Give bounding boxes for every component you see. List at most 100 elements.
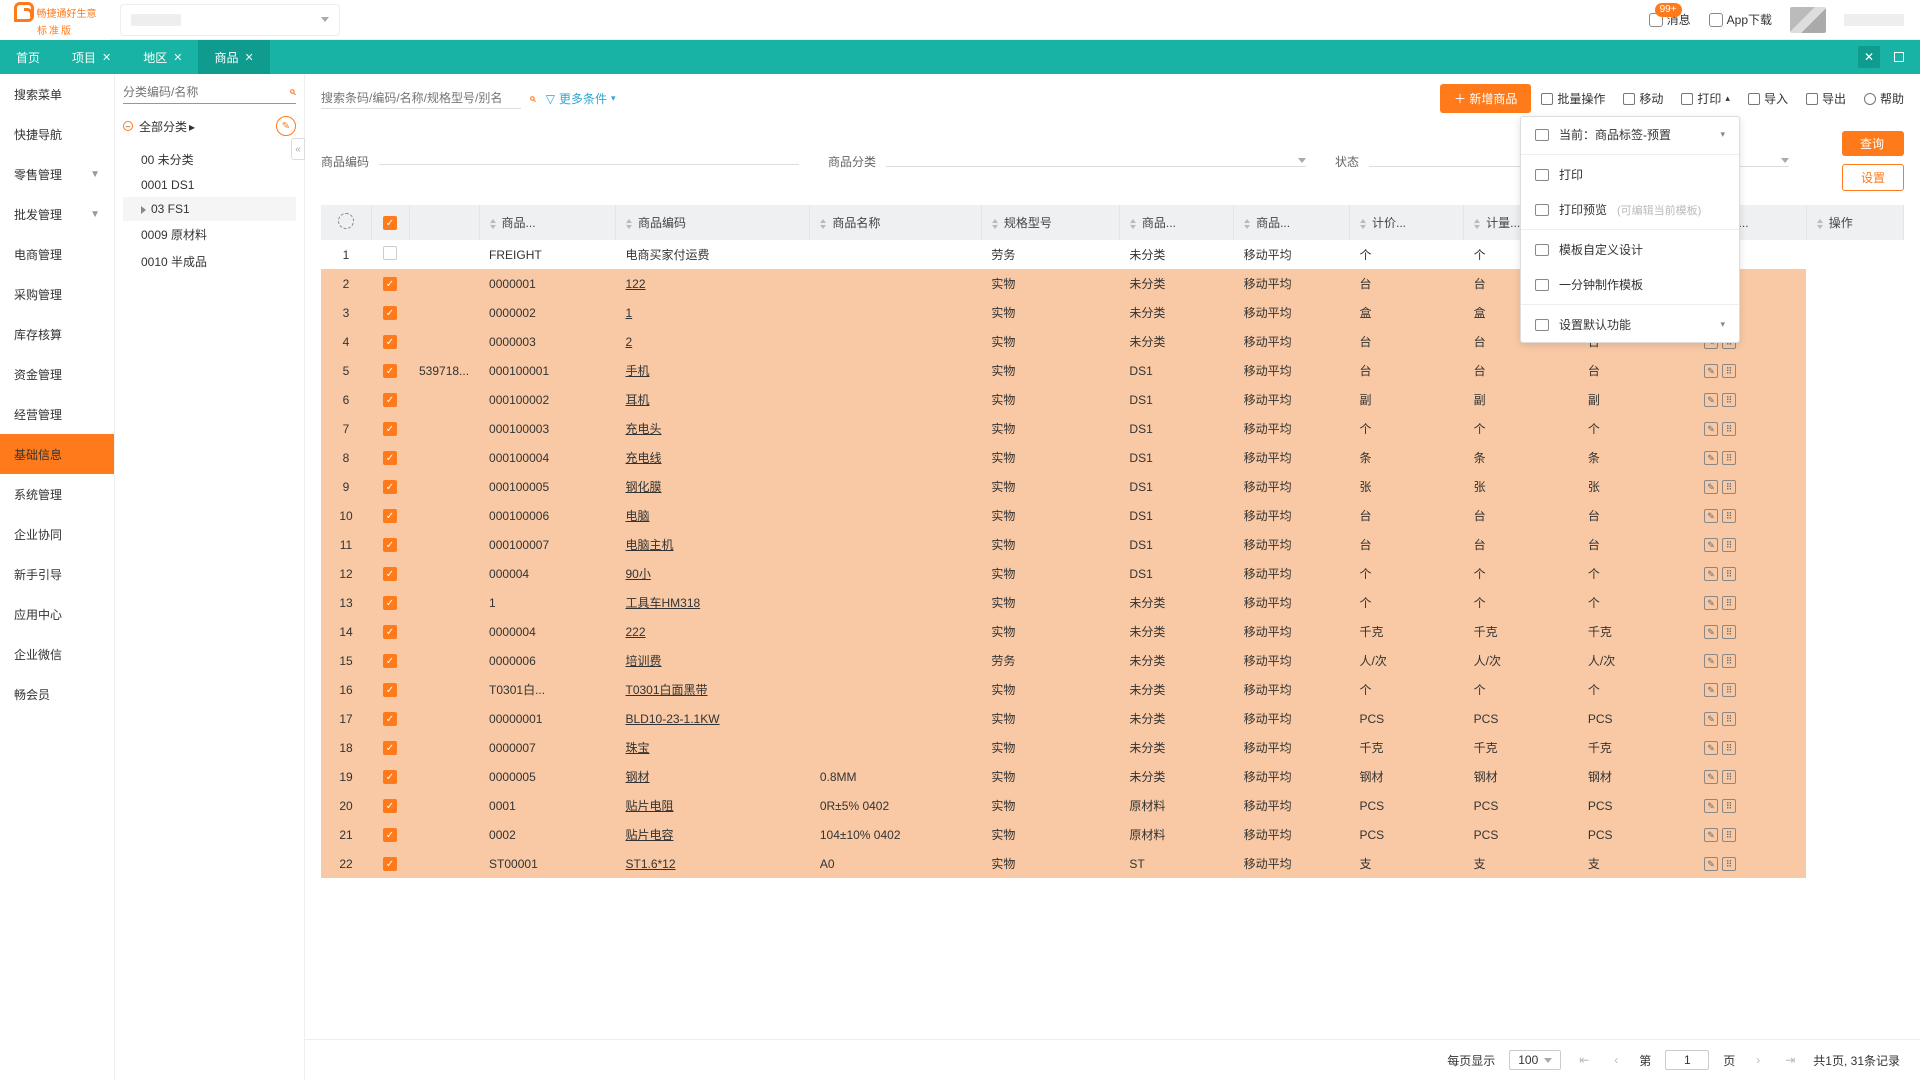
more-row-icon[interactable]: ⠿	[1722, 770, 1736, 784]
more-row-icon[interactable]: ⠿	[1722, 654, 1736, 668]
nav-电商管理[interactable]: 电商管理	[0, 234, 114, 274]
more-row-icon[interactable]: ⠿	[1722, 393, 1736, 407]
col-header[interactable]	[409, 205, 479, 240]
more-row-icon[interactable]: ⠿	[1722, 451, 1736, 465]
row-checkbox[interactable]	[383, 246, 397, 260]
edit-row-icon[interactable]: ✎	[1704, 393, 1718, 407]
product-name-link[interactable]: 充电线	[626, 451, 662, 465]
help-button[interactable]: 帮助	[1864, 90, 1904, 107]
nav-系统管理[interactable]: 系统管理	[0, 474, 114, 514]
edit-row-icon[interactable]: ✎	[1704, 799, 1718, 813]
tree-root[interactable]: – 全部分类▸ ✎	[123, 116, 296, 136]
tree-node[interactable]: 0010 半成品	[123, 248, 296, 275]
more-row-icon[interactable]: ⠿	[1722, 625, 1736, 639]
sort-icon[interactable]	[626, 219, 634, 229]
more-row-icon[interactable]: ⠿	[1722, 422, 1736, 436]
sort-icon[interactable]	[1474, 219, 1482, 229]
pager-last[interactable]: ⇥	[1781, 1051, 1799, 1069]
row-checkbox[interactable]: ✓	[383, 857, 397, 871]
add-product-button[interactable]: ＋ 新增商品	[1440, 84, 1531, 113]
product-name-link[interactable]: 2	[626, 335, 633, 349]
tab-项目[interactable]: 项目✕	[56, 40, 127, 74]
tree-node[interactable]: 00 未分类	[123, 146, 296, 173]
row-checkbox[interactable]: ✓	[383, 741, 397, 755]
nav-应用中心[interactable]: 应用中心	[0, 594, 114, 634]
print-quick-template[interactable]: 一分钟制作模板	[1521, 267, 1739, 302]
table-row[interactable]: 8✓000100004充电线实物DS1移动平均条条条✎⠿	[321, 443, 1904, 472]
more-row-icon[interactable]: ⠿	[1722, 364, 1736, 378]
row-checkbox[interactable]: ✓	[383, 393, 397, 407]
row-checkbox[interactable]: ✓	[383, 828, 397, 842]
edit-row-icon[interactable]: ✎	[1704, 422, 1718, 436]
product-name-link[interactable]: 珠宝	[626, 741, 650, 755]
edit-row-icon[interactable]: ✎	[1704, 683, 1718, 697]
col-header[interactable]: 商品...	[1119, 205, 1233, 240]
edit-row-icon[interactable]: ✎	[1704, 741, 1718, 755]
product-name-link[interactable]: 耳机	[626, 393, 650, 407]
table-row[interactable]: 21✓0002贴片电容104±10% 0402实物原材料移动平均PCSPCSPC…	[321, 820, 1904, 849]
row-checkbox[interactable]: ✓	[383, 770, 397, 784]
query-button[interactable]: 查询	[1842, 131, 1904, 156]
print-current-template[interactable]: 当前：商品标签-预置▾	[1521, 117, 1739, 152]
project-selector[interactable]	[120, 4, 340, 36]
pager-prev[interactable]: ‹	[1607, 1051, 1625, 1069]
more-row-icon[interactable]: ⠿	[1722, 857, 1736, 871]
product-name-link[interactable]: 1	[626, 306, 633, 320]
table-row[interactable]: 17✓00000001BLD10-23-1.1KW实物未分类移动平均PCSPCS…	[321, 704, 1904, 733]
edit-row-icon[interactable]: ✎	[1704, 596, 1718, 610]
print-custom-template[interactable]: 模板自定义设计	[1521, 232, 1739, 267]
row-checkbox[interactable]: ✓	[383, 364, 397, 378]
row-checkbox[interactable]: ✓	[383, 451, 397, 465]
table-row[interactable]: 15✓0000006培训费劳务未分类移动平均人/次人/次人/次✎⠿	[321, 646, 1904, 675]
table-row[interactable]: 9✓000100005钢化膜实物DS1移动平均张张张✎⠿	[321, 472, 1904, 501]
product-name-link[interactable]: 电脑主机	[626, 538, 674, 552]
nav-企业协同[interactable]: 企业协同	[0, 514, 114, 554]
row-checkbox[interactable]: ✓	[383, 654, 397, 668]
product-name-link[interactable]: 工具车HM318	[626, 596, 701, 610]
col-header[interactable]: 计价...	[1349, 205, 1463, 240]
more-row-icon[interactable]: ⠿	[1722, 596, 1736, 610]
nav-批发管理[interactable]: 批发管理▼	[0, 194, 114, 234]
tab-首页[interactable]: 首页	[0, 40, 56, 74]
nav-零售管理[interactable]: 零售管理▼	[0, 154, 114, 194]
tab-close-icon[interactable]: ✕	[245, 51, 254, 64]
tree-edit-button[interactable]: ✎	[276, 116, 296, 136]
filter-code-input[interactable]	[379, 158, 799, 165]
close-all-tabs-button[interactable]: ✕	[1858, 46, 1880, 68]
user-avatar[interactable]	[1790, 7, 1826, 33]
nav-资金管理[interactable]: 资金管理	[0, 354, 114, 394]
product-name-link[interactable]: 贴片电容	[626, 828, 674, 842]
row-checkbox[interactable]: ✓	[383, 625, 397, 639]
col-header[interactable]: 操作	[1806, 205, 1903, 240]
edit-row-icon[interactable]: ✎	[1704, 509, 1718, 523]
col-header[interactable]: 商品...	[1234, 205, 1350, 240]
tab-close-icon[interactable]: ✕	[102, 51, 111, 64]
edit-row-icon[interactable]: ✎	[1704, 654, 1718, 668]
tab-地区[interactable]: 地区✕	[127, 40, 198, 74]
collapse-tree-button[interactable]: «	[291, 138, 305, 160]
nav-搜索菜单[interactable]: 搜索菜单	[0, 74, 114, 114]
table-row[interactable]: 19✓0000005钢材0.8MM实物未分类移动平均钢材钢材钢材✎⠿	[321, 762, 1904, 791]
edit-row-icon[interactable]: ✎	[1704, 625, 1718, 639]
sort-icon[interactable]	[1360, 219, 1368, 229]
table-row[interactable]: 18✓0000007珠宝实物未分类移动平均千克千克千克✎⠿	[321, 733, 1904, 762]
more-row-icon[interactable]: ⠿	[1722, 480, 1736, 494]
pager-first[interactable]: ⇤	[1575, 1051, 1593, 1069]
table-row[interactable]: 20✓0001贴片电阻0R±5% 0402实物原材料移动平均PCSPCSPCS✎…	[321, 791, 1904, 820]
nav-基础信息[interactable]: 基础信息	[0, 434, 114, 474]
col-header[interactable]: 商品...	[479, 205, 615, 240]
product-name-link[interactable]: 手机	[626, 364, 650, 378]
export-button[interactable]: 导出	[1806, 90, 1846, 107]
col-header[interactable]: ✓	[371, 205, 409, 240]
table-row[interactable]: 6✓000100002耳机实物DS1移动平均副副副✎⠿	[321, 385, 1904, 414]
edit-row-icon[interactable]: ✎	[1704, 712, 1718, 726]
row-checkbox[interactable]: ✓	[383, 799, 397, 813]
sort-icon[interactable]	[1244, 219, 1252, 229]
gear-icon[interactable]	[338, 213, 354, 229]
row-checkbox[interactable]: ✓	[383, 509, 397, 523]
more-row-icon[interactable]: ⠿	[1722, 567, 1736, 581]
edit-row-icon[interactable]: ✎	[1704, 364, 1718, 378]
import-button[interactable]: 导入	[1748, 90, 1788, 107]
row-checkbox[interactable]: ✓	[383, 538, 397, 552]
edit-row-icon[interactable]: ✎	[1704, 567, 1718, 581]
